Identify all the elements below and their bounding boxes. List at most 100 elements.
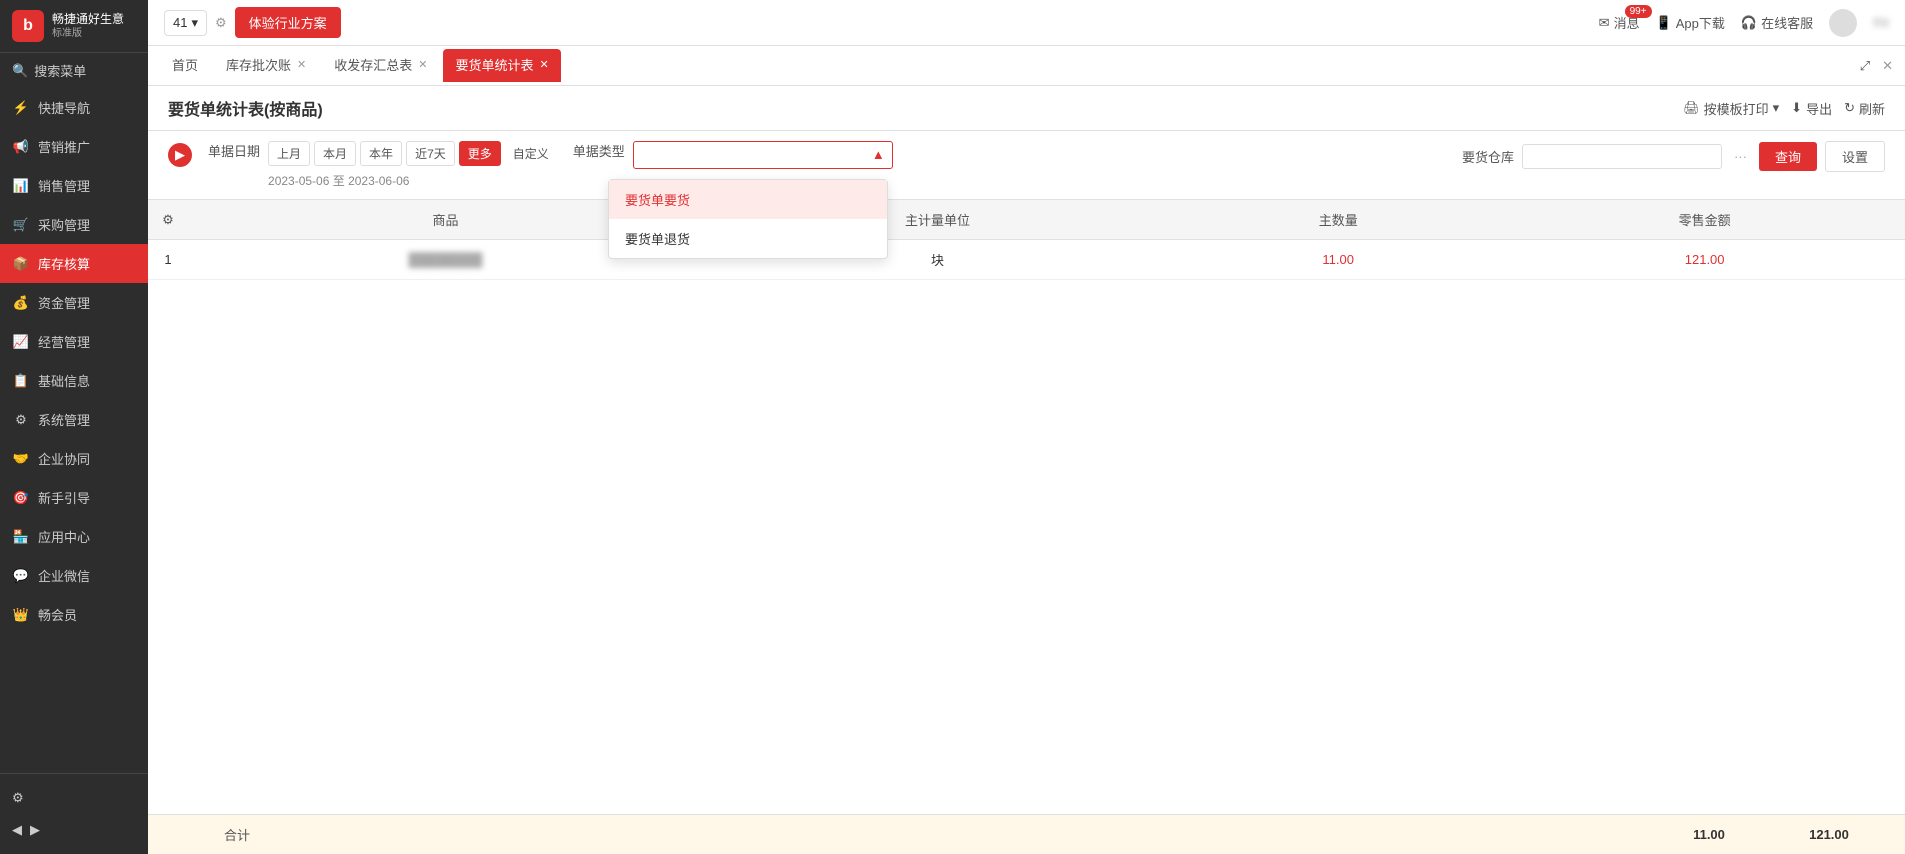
store-selector[interactable]: 41 ▾ <box>164 10 207 36</box>
sidebar-item-inventory[interactable]: 📦 库存核算 <box>0 244 148 283</box>
print-btn[interactable]: 🖨 按模板打印 ▾ <box>1683 99 1779 118</box>
settings-icon[interactable]: ⚙ <box>215 15 227 31</box>
footer-qty: 11.00 <box>1649 827 1769 842</box>
topbar-right: ✉ 消息 99+ 📱 App下载 🎧 在线客服 Rit <box>1599 9 1889 37</box>
this-year-btn[interactable]: 本年 <box>360 141 402 166</box>
sidebar-item-operation[interactable]: 📈 经营管理 <box>0 322 148 361</box>
close-all-btn[interactable]: ✕ <box>1882 58 1893 74</box>
custom-date-btn[interactable]: 自定义 <box>505 142 557 165</box>
sidebar-item-member[interactable]: 👑 畅会员 <box>0 595 148 634</box>
amount-link[interactable]: 121.00 <box>1685 252 1725 267</box>
expand-right-icon: ▶ <box>175 147 185 163</box>
sidebar-item-label: 企业协同 <box>38 449 90 468</box>
tab-collect-dispatch[interactable]: 收发存汇总表 ✕ <box>322 49 439 82</box>
close-tab-inventory-batch[interactable]: ✕ <box>297 58 306 71</box>
more-options-btn[interactable]: ··· <box>1730 145 1751 168</box>
inventory-icon: 📦 <box>12 255 30 273</box>
sidebar-item-purchase[interactable]: 🛒 采购管理 <box>0 205 148 244</box>
sidebar-item-label: 企业微信 <box>38 566 90 585</box>
download-icon: 📱 <box>1656 15 1672 31</box>
date-shortcuts: 上月 本月 本年 近7天 更多 自定义 <box>268 141 557 166</box>
search-icon: 🔍 <box>12 63 28 79</box>
wechat-icon: 💬 <box>12 567 30 585</box>
sidebar-item-wechat[interactable]: 💬 企业微信 <box>0 556 148 595</box>
footer-amount: 121.00 <box>1769 827 1889 842</box>
row-amount[interactable]: 121.00 <box>1504 240 1905 280</box>
tab-order-stats[interactable]: 要货单统计表 ✕ <box>443 49 560 82</box>
filter-bar: ▶ 单据日期 上月 本月 本年 近7天 更多 自定义 2023-05-06 至 … <box>148 131 1905 200</box>
search-menu[interactable]: 🔍 搜索菜单 <box>0 53 148 88</box>
export-icon: ⬇ <box>1791 100 1802 116</box>
shortcut-icon: ⚡ <box>12 99 30 117</box>
warehouse-input[interactable] <box>1522 144 1722 169</box>
last-month-btn[interactable]: 上月 <box>268 141 310 166</box>
close-tab-collect-dispatch[interactable]: ✕ <box>418 58 427 71</box>
sidebar-item-enterprise[interactable]: 🤝 企业协同 <box>0 439 148 478</box>
store-name: 41 <box>173 15 187 30</box>
messages-btn[interactable]: ✉ 消息 99+ <box>1599 13 1640 32</box>
type-input[interactable] <box>633 141 893 169</box>
table-row: 1 ████████ 块 11.00 121.00 <box>148 240 1905 280</box>
purchase-icon: 🛒 <box>12 216 30 234</box>
query-button[interactable]: 查询 <box>1759 142 1817 171</box>
print-label: 按模板打印 <box>1704 99 1769 118</box>
sidebar-item-label: 库存核算 <box>38 254 90 273</box>
topbar-left: 41 ▾ ⚙ 体验行业方案 <box>164 7 1587 38</box>
sidebar-item-label: 新手引导 <box>38 488 90 507</box>
app-name: 畅捷通好生意 <box>52 12 124 28</box>
filter-settings-button[interactable]: 设置 <box>1825 141 1885 172</box>
sidebar-item-appstore[interactable]: 🏪 应用中心 <box>0 517 148 556</box>
sidebar-item-label: 资金管理 <box>38 293 90 312</box>
row-number: 1 <box>164 252 171 267</box>
page-actions: 🖨 按模板打印 ▾ ⬇ 导出 ↻ 刷新 <box>1683 99 1885 118</box>
row-qty[interactable]: 11.00 <box>1172 240 1504 280</box>
export-btn[interactable]: ⬇ 导出 <box>1791 99 1832 118</box>
chevron-down-icon: ▾ <box>1773 100 1780 116</box>
sidebar-item-guide[interactable]: 🎯 新手引导 <box>0 478 148 517</box>
col-qty-header: 主数量 <box>1172 200 1504 240</box>
type-filter-label: 单据类型 <box>573 141 625 160</box>
main-area: 41 ▾ ⚙ 体验行业方案 ✉ 消息 99+ 📱 App下载 🎧 在线客服 Ri… <box>148 0 1905 854</box>
dropdown-item-order-return[interactable]: 要货单退货 <box>609 219 887 258</box>
close-tab-order-stats[interactable]: ✕ <box>540 58 549 71</box>
tab-expand-button[interactable]: ⤢ <box>1856 54 1874 78</box>
messages-badge: 99+ <box>1625 5 1652 18</box>
tab-home[interactable]: 首页 <box>160 49 210 82</box>
tab-collect-dispatch-label: 收发存汇总表 <box>334 55 412 74</box>
product-name: ████████ <box>409 252 483 267</box>
sidebar-item-finance[interactable]: 💰 资金管理 <box>0 283 148 322</box>
tab-order-stats-label: 要货单统计表 <box>455 55 533 74</box>
filter-expand-btn[interactable]: ▶ <box>168 143 192 167</box>
page-title: 要货单统计表(按商品) <box>168 96 323 120</box>
qty-link[interactable]: 11.00 <box>1322 252 1354 267</box>
trial-button[interactable]: 体验行业方案 <box>235 7 341 38</box>
sidebar-item-marketing[interactable]: 📢 营销推广 <box>0 127 148 166</box>
dropdown-item-order-goods[interactable]: 要货单要货 <box>609 180 887 219</box>
sidebar-item-system[interactable]: ⚙ 系统管理 <box>0 400 148 439</box>
this-month-btn[interactable]: 本月 <box>314 141 356 166</box>
online-service-btn[interactable]: 🎧 在线客服 <box>1741 13 1813 32</box>
sidebar-collapse-btn[interactable]: ◀ ▶ <box>0 814 148 846</box>
operation-icon: 📈 <box>12 333 30 351</box>
col-settings-header[interactable]: ⚙ <box>148 200 188 240</box>
order-goods-label: 要货单要货 <box>625 193 690 208</box>
logo-icon: b <box>12 10 44 42</box>
more-dates-btn[interactable]: 更多 <box>459 141 501 166</box>
last-7-days-btn[interactable]: 近7天 <box>406 141 455 166</box>
user-avatar[interactable] <box>1829 9 1857 37</box>
refresh-btn[interactable]: ↻ 刷新 <box>1844 99 1885 118</box>
sidebar-item-basic[interactable]: 📋 基础信息 <box>0 361 148 400</box>
sidebar-settings-btn[interactable]: ⚙ <box>0 782 148 814</box>
sidebar-item-label: 销售管理 <box>38 176 90 195</box>
finance-icon: 💰 <box>12 294 30 312</box>
tab-inventory-batch[interactable]: 库存批次账 ✕ <box>214 49 318 82</box>
sidebar-bottom: ⚙ ◀ ▶ <box>0 773 148 854</box>
export-label: 导出 <box>1806 99 1832 118</box>
type-dropdown-arrow[interactable]: ▲ <box>872 147 885 162</box>
type-filter-section: 单据类型 ▲ <box>573 141 893 169</box>
sidebar-item-shortcut[interactable]: ⚡ 快捷导航 <box>0 88 148 127</box>
app-download-btn[interactable]: 📱 App下载 <box>1656 13 1725 32</box>
marketing-icon: 📢 <box>12 138 30 156</box>
footer-label: 合计 <box>164 825 364 844</box>
sidebar-item-sales[interactable]: 📊 销售管理 <box>0 166 148 205</box>
